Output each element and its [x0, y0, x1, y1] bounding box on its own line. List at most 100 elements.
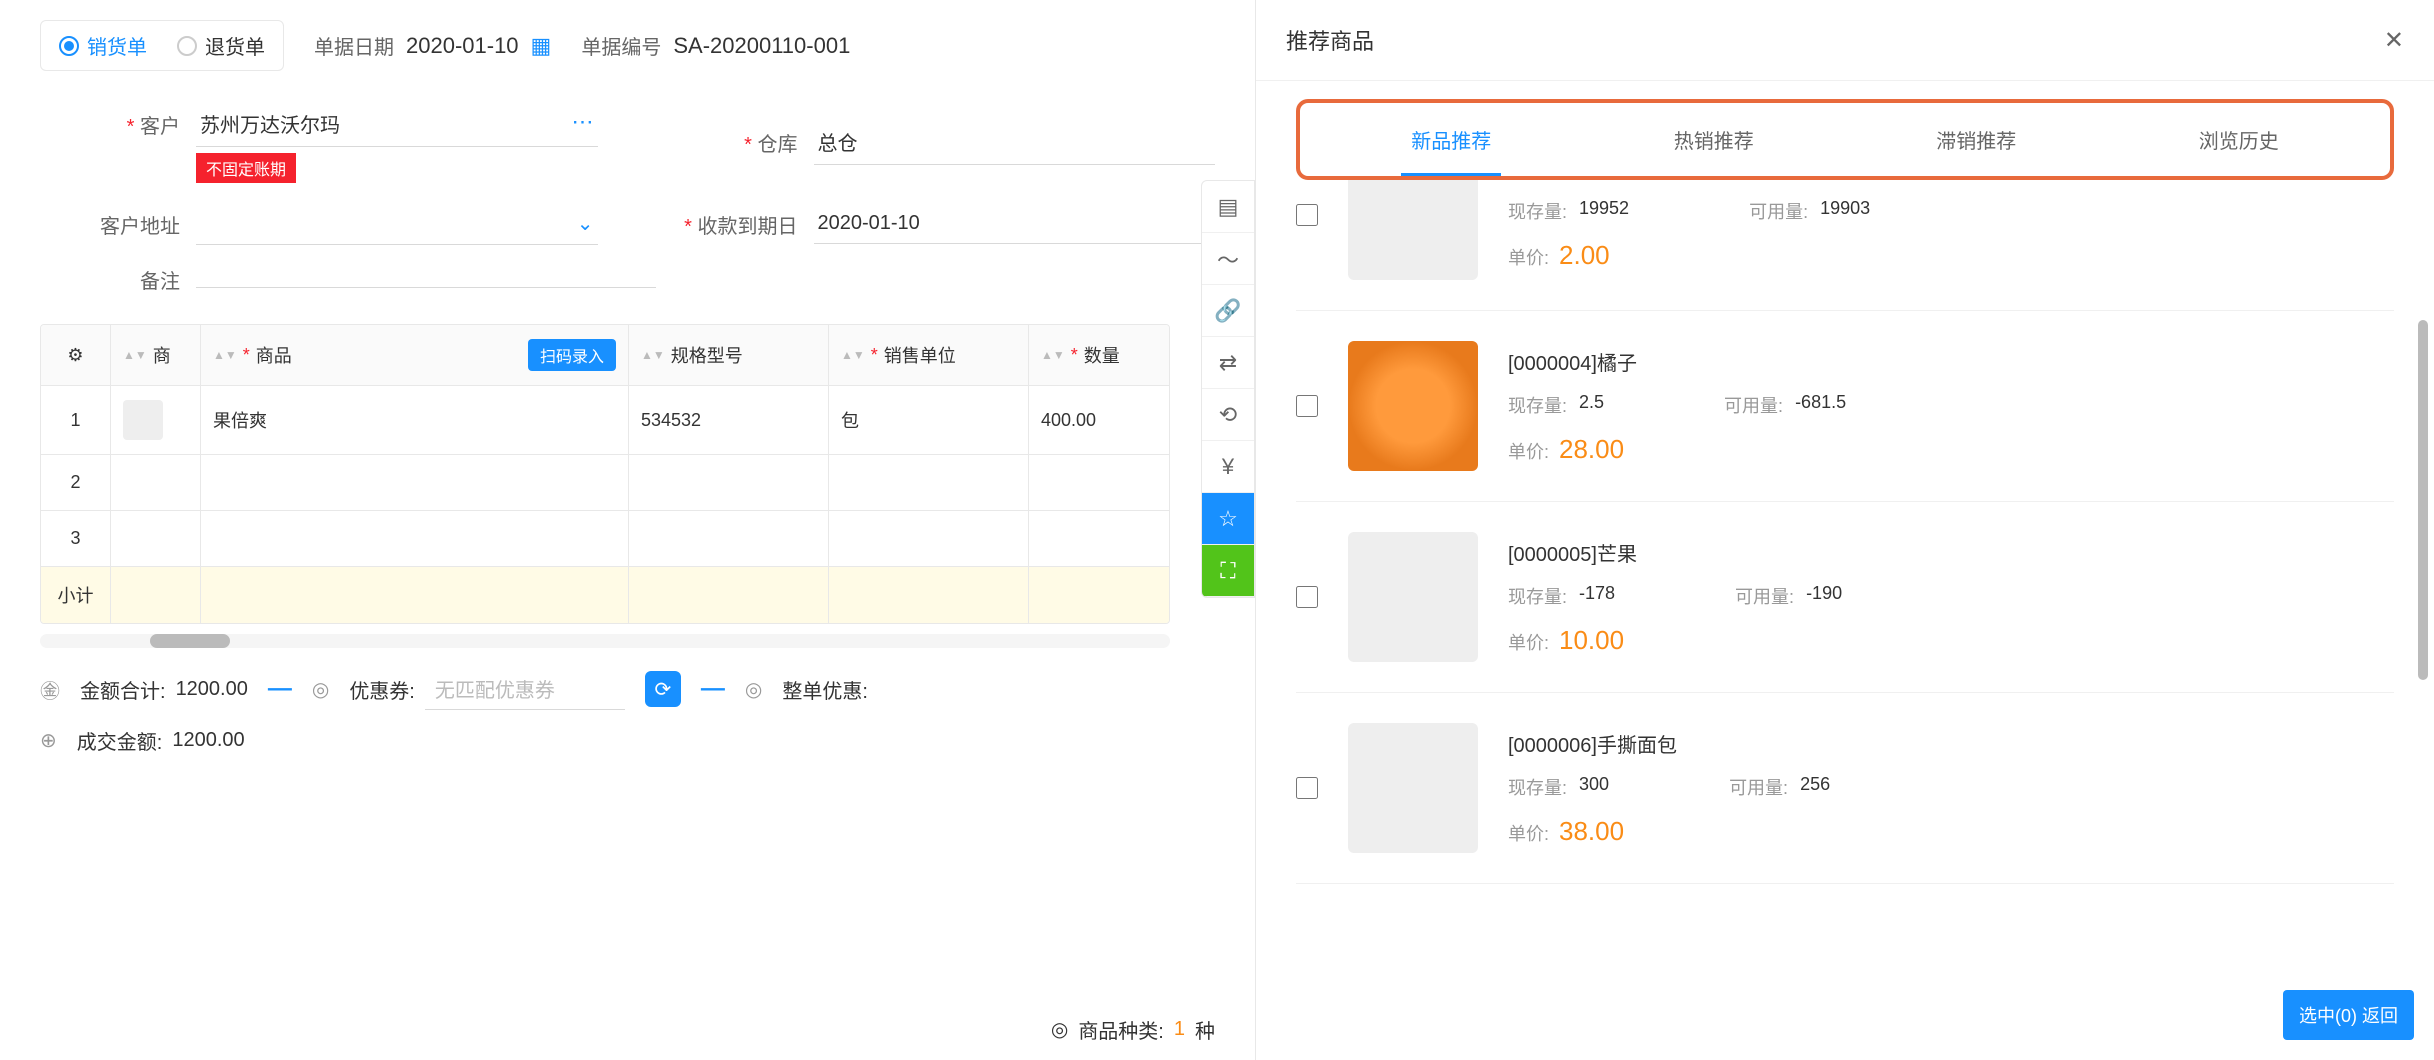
product-checkbox[interactable] — [1296, 777, 1318, 799]
product-checkbox[interactable] — [1296, 586, 1318, 608]
product-name: [0000005]芒果 — [1508, 538, 2394, 567]
product-list[interactable]: 250ml 现存量:19952 可用量:19903 单价:2.00 [00000… — [1256, 180, 2434, 1060]
deal-icon: ⊕ — [40, 728, 57, 753]
address-label: 客户地址 — [40, 210, 180, 239]
doc-date-value[interactable]: 2020-01-10 — [406, 33, 519, 59]
row-index: 2 — [41, 455, 111, 510]
th-product[interactable]: ▲▼*商品扫码录入 — [201, 325, 629, 385]
product-image — [1348, 180, 1478, 280]
close-icon[interactable]: ✕ — [2384, 26, 2404, 55]
coupon-icon: ◎ — [312, 677, 329, 702]
refresh-button[interactable]: ⟳ — [645, 671, 681, 707]
warehouse-input[interactable]: 总仓 — [814, 119, 1216, 165]
tool-currency-icon[interactable]: ¥ — [1202, 441, 1254, 493]
customer-label: 客户 — [40, 110, 180, 139]
discount-icon: ◎ — [745, 677, 762, 702]
product-name: [0000006]手撕面包 — [1508, 729, 2394, 758]
avail-value: 256 — [1800, 774, 1830, 800]
right-pane: 推荐商品 ✕ 新品推荐 热销推荐 滞销推荐 浏览历史 250ml 现存量:199… — [1255, 0, 2434, 1060]
coupon-label: 优惠券: — [349, 675, 415, 704]
tab-history[interactable]: 浏览历史 — [2169, 111, 2309, 168]
th-spec[interactable]: ▲▼规格型号 — [629, 325, 829, 385]
price-value: 38.00 — [1559, 816, 1624, 846]
radio-return-order[interactable]: 退货单 — [177, 31, 265, 60]
tab-hot[interactable]: 热销推荐 — [1644, 111, 1784, 168]
product-checkbox[interactable] — [1296, 395, 1318, 417]
tool-list-icon[interactable]: ▤ — [1202, 181, 1254, 233]
row-unit[interactable]: 包 — [829, 386, 1029, 454]
th-thumb[interactable]: ▲▼商 — [111, 325, 201, 385]
product-item: [0000004]橘子 现存量:2.5 可用量:-681.5 单价:28.00 — [1296, 311, 2394, 502]
coupon-input[interactable]: 无匹配优惠券 — [425, 668, 625, 710]
remark-label: 备注 — [40, 265, 180, 294]
table-body: 1 果倍爽 534532 包 400.00 2 3 小计 — [41, 386, 1169, 623]
doc-no-label: 单据编号 — [581, 31, 661, 60]
currency-icon: ㊎ — [40, 675, 60, 704]
avail-value: 19903 — [1820, 198, 1870, 224]
row-spec[interactable]: 534532 — [629, 386, 829, 454]
tab-slow[interactable]: 滞销推荐 — [1906, 111, 2046, 168]
radio-sales-order[interactable]: 销货单 — [59, 31, 147, 60]
sort-icon: ▲▼ — [123, 352, 147, 359]
th-unit[interactable]: ▲▼*销售单位 — [829, 325, 1029, 385]
due-date-input[interactable]: 2020-01-10 — [814, 204, 1216, 244]
sort-icon: ▲▼ — [641, 352, 665, 359]
product-item: [0000006]手撕面包 现存量:300 可用量:256 单价:38.00 — [1296, 693, 2394, 884]
avail-value: -190 — [1806, 583, 1842, 609]
row-index: 3 — [41, 511, 111, 566]
selected-return-button[interactable]: 选中(0) 返回 — [2283, 990, 2414, 1040]
table-row[interactable]: 3 — [41, 511, 1169, 567]
lookup-icon[interactable]: ⋯ — [572, 109, 594, 135]
tool-back-icon[interactable]: ⟲ — [1202, 389, 1254, 441]
kinds-value: 1 — [1174, 1018, 1185, 1041]
deal-amount-label: 成交金额: — [77, 726, 163, 755]
address-input[interactable]: ⌄ — [196, 203, 598, 245]
tool-expand-icon[interactable]: ⛶ — [1202, 545, 1254, 597]
kinds-label: 商品种类: — [1078, 1015, 1164, 1044]
radio-sales-label: 销货单 — [87, 31, 147, 60]
horizontal-scrollbar[interactable] — [40, 634, 1170, 648]
row-product[interactable]: 果倍爽 — [201, 386, 629, 454]
th-qty[interactable]: ▲▼*数量 — [1029, 325, 1169, 385]
radio-dot-icon — [177, 36, 197, 56]
customer-input[interactable]: 苏州万达沃尔玛 ⋯ — [196, 101, 598, 147]
tool-link-icon[interactable]: 🔗 — [1202, 285, 1254, 337]
scan-button[interactable]: 扫码录入 — [528, 339, 616, 371]
chevron-down-icon[interactable]: ⌄ — [577, 211, 594, 236]
row-qty[interactable]: 400.00 — [1029, 386, 1169, 454]
tool-star-icon[interactable]: ☆ — [1202, 493, 1254, 545]
customer-row: 客户 苏州万达沃尔玛 ⋯ — [40, 101, 598, 147]
top-row: 销货单 退货单 单据日期 2020-01-10 ▦ 单据编号 SA-202001… — [40, 20, 1215, 71]
price-value: 28.00 — [1559, 434, 1624, 464]
warehouse-label: 仓库 — [658, 128, 798, 157]
product-name: 250ml — [1508, 180, 2394, 182]
due-date-label: 收款到期日 — [658, 210, 798, 239]
th-settings[interactable]: ⚙ — [41, 325, 111, 385]
subtotal-row: 小计 — [41, 567, 1169, 623]
stock-value: 2.5 — [1579, 392, 1604, 418]
tool-chart-icon[interactable]: 〜 — [1202, 233, 1254, 285]
sort-icon: ▲▼ — [213, 352, 237, 359]
kinds-unit: 种 — [1195, 1015, 1215, 1044]
subtotal-label: 小计 — [41, 567, 111, 623]
tool-swap-icon[interactable]: ⇄ — [1202, 337, 1254, 389]
due-date-value: 2020-01-10 — [818, 212, 920, 234]
table-row[interactable]: 2 — [41, 455, 1169, 511]
product-thumb-icon — [123, 400, 163, 440]
tab-new[interactable]: 新品推荐 — [1381, 111, 1521, 168]
doc-no-value: SA-20200110-001 — [673, 33, 850, 59]
sort-icon: ▲▼ — [1041, 352, 1065, 359]
calendar-icon[interactable]: ▦ — [531, 33, 552, 59]
remark-row: 备注 — [40, 265, 1215, 294]
order-discount-label: 整单优惠: — [782, 675, 868, 704]
table-row[interactable]: 1 果倍爽 534532 包 400.00 — [41, 386, 1169, 455]
vertical-scrollbar[interactable] — [2418, 320, 2428, 680]
remark-input[interactable] — [196, 271, 656, 288]
table-head: ⚙ ▲▼商 ▲▼*商品扫码录入 ▲▼规格型号 ▲▼*销售单位 ▲▼*数量 — [41, 325, 1169, 386]
doc-no-field: 单据编号 SA-20200110-001 — [581, 31, 850, 60]
avail-value: -681.5 — [1795, 392, 1846, 418]
product-checkbox[interactable] — [1296, 204, 1318, 226]
footer-row: ◎ 商品种类: 1 种 — [1051, 1015, 1215, 1044]
radio-dot-icon — [59, 36, 79, 56]
customer-tag: 不固定账期 — [196, 153, 296, 183]
